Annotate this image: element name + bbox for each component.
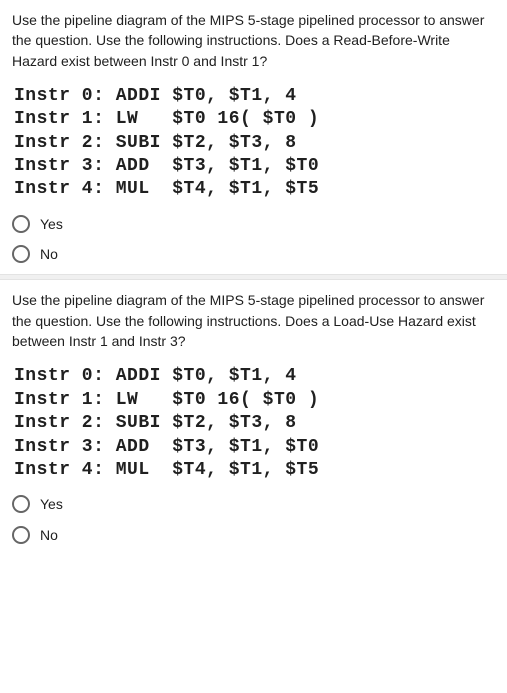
option-no-q1[interactable]: No <box>12 244 495 264</box>
question-2-prompt: Use the pipeline diagram of the MIPS 5-s… <box>12 290 495 351</box>
question-2-options: Yes No <box>12 494 495 545</box>
question-2-code: Instr 0: ADDI $T0, $T1, 4 Instr 1: LW $T… <box>14 365 495 482</box>
radio-icon <box>12 215 30 233</box>
option-no-q2[interactable]: No <box>12 525 495 545</box>
option-yes-q2[interactable]: Yes <box>12 494 495 514</box>
question-1-prompt: Use the pipeline diagram of the MIPS 5-s… <box>12 10 495 71</box>
option-yes-q1[interactable]: Yes <box>12 214 495 234</box>
question-1: Use the pipeline diagram of the MIPS 5-s… <box>12 10 495 264</box>
question-1-code: Instr 0: ADDI $T0, $T1, 4 Instr 1: LW $T… <box>14 85 495 202</box>
radio-icon <box>12 495 30 513</box>
radio-icon <box>12 526 30 544</box>
option-label: No <box>40 525 58 545</box>
question-1-options: Yes No <box>12 214 495 265</box>
radio-icon <box>12 245 30 263</box>
option-label: Yes <box>40 494 63 514</box>
option-label: Yes <box>40 214 63 234</box>
question-divider <box>0 274 507 280</box>
option-label: No <box>40 244 58 264</box>
question-2: Use the pipeline diagram of the MIPS 5-s… <box>12 290 495 544</box>
